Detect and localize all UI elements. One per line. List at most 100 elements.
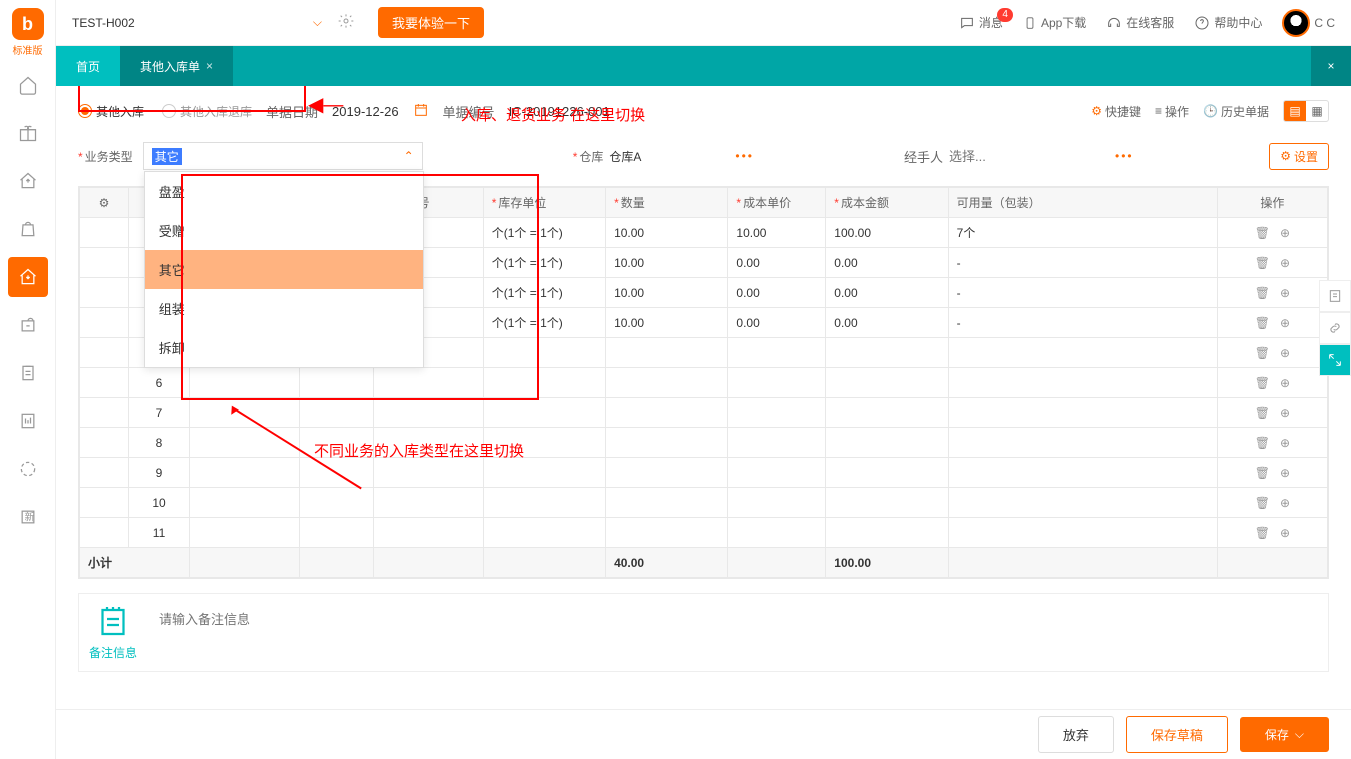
col-settings[interactable]: ⚙ [80,188,129,218]
history-button[interactable]: 🕒历史单据 [1203,103,1269,120]
tabbar-close-button[interactable]: × [1311,46,1351,86]
tab-other-inbound[interactable]: 其他入库单 × [120,46,233,86]
handler-label: 经手人 [904,147,943,166]
delete-icon[interactable]: 🗑 [1255,436,1270,450]
dropdown-option[interactable]: 拆卸 [145,328,423,367]
copy-icon[interactable]: ⊕ [1280,286,1290,300]
delete-icon[interactable]: 🗑 [1255,496,1270,510]
message-badge: 4 [997,8,1013,22]
copy-icon[interactable]: ⊕ [1280,376,1290,390]
side-link-icon[interactable] [1319,312,1351,344]
avatar-icon [1282,9,1310,37]
remark-label: 备注信息 [89,644,137,661]
radio-other-inbound[interactable]: 其他入库 [78,103,144,120]
table-row[interactable]: 9🗑⊕ [80,458,1328,488]
table-row[interactable]: 6🗑⊕ [80,368,1328,398]
copy-icon[interactable]: ⊕ [1280,256,1290,270]
org-selector[interactable]: TEST-H002 ⌵ [72,15,322,30]
tab-bar: 首页 其他入库单 × × [56,46,1351,86]
copy-icon[interactable]: ⊕ [1280,346,1290,360]
left-nav-rail: b 标准版 新 [0,0,56,759]
delete-icon[interactable]: 🗑 [1255,406,1270,420]
nav-new-icon[interactable]: 新 [8,497,48,537]
app-download-link[interactable]: App下载 [1023,14,1086,31]
view-list-icon[interactable]: ▤ [1284,101,1306,121]
nav-home-icon[interactable] [8,65,48,105]
chevron-down-icon: ⌵ [1295,727,1304,742]
view-grid-icon[interactable]: ▦ [1306,101,1328,121]
nav-bag-icon[interactable] [8,209,48,249]
copy-icon[interactable]: ⊕ [1280,526,1290,540]
subtotal-row: 小计 40.00 100.00 [80,548,1328,578]
handler-input[interactable] [949,149,1109,164]
biz-type-value: 其它 [152,148,182,165]
chevron-up-icon: ⌃ [404,149,414,163]
more-dots-icon[interactable]: ••• [1115,149,1134,163]
view-toggle: ▤ ▦ [1283,100,1329,122]
delete-icon[interactable]: 🗑 [1255,256,1270,270]
biz-type-select[interactable]: 其它 ⌃ 盘盈 受赠 其它 组装 拆卸 [143,142,423,170]
dropdown-option[interactable]: 受赠 [145,211,423,250]
copy-icon[interactable]: ⊕ [1280,496,1290,510]
brand-label: 标准版 [13,42,43,57]
delete-icon[interactable]: 🗑 [1255,466,1270,480]
tab-home[interactable]: 首页 [56,46,120,86]
support-link[interactable]: 在线客服 [1106,14,1174,31]
gear-small-icon: ⚙ [1091,104,1102,118]
delete-icon[interactable]: 🗑 [1255,346,1270,360]
more-dots-icon[interactable]: ••• [735,149,754,163]
org-name: TEST-H002 [72,16,135,30]
nav-house-down-icon[interactable] [8,257,48,297]
copy-icon[interactable]: ⊕ [1280,316,1290,330]
discard-button[interactable]: 放弃 [1038,716,1114,753]
delete-icon[interactable]: 🗑 [1255,526,1270,540]
messages-link[interactable]: 消息 4 [959,14,1003,31]
close-icon[interactable]: × [206,59,213,73]
nav-gift-icon[interactable] [8,113,48,153]
delete-icon[interactable]: 🗑 [1255,316,1270,330]
calendar-icon[interactable] [413,102,429,121]
nav-wallet-icon[interactable] [8,305,48,345]
remark-input[interactable] [151,604,1318,635]
col-price: *成本单价 [728,188,826,218]
settings-button[interactable]: ⚙设置 [1269,143,1329,170]
table-row[interactable]: 8🗑⊕ [80,428,1328,458]
table-row[interactable]: 7🗑⊕ [80,398,1328,428]
dropdown-option[interactable]: 盘盈 [145,172,423,211]
date-value: 2019-12-26 [332,104,399,119]
biz-type-label: *业务类型 [78,148,133,165]
copy-icon[interactable]: ⊕ [1280,226,1290,240]
brand-logo: b [12,8,44,40]
dropdown-option[interactable]: 组装 [145,289,423,328]
delete-icon[interactable]: 🗑 [1255,226,1270,240]
radio-other-inbound-return[interactable]: 其他入库退库 [162,103,252,120]
table-row[interactable]: 11🗑⊕ [80,518,1328,548]
save-button[interactable]: 保存⌵ [1240,717,1329,752]
docno-value: IC-20191226-001 [509,104,610,119]
nav-house-up-icon[interactable] [8,161,48,201]
col-qty: *数量 [606,188,728,218]
gear-icon[interactable] [338,13,354,32]
table-row[interactable]: 10🗑⊕ [80,488,1328,518]
delete-icon[interactable]: 🗑 [1255,376,1270,390]
side-expand-icon[interactable] [1319,344,1351,376]
copy-icon[interactable]: ⊕ [1280,436,1290,450]
dropdown-option-selected[interactable]: 其它 [145,250,423,289]
save-draft-button[interactable]: 保存草稿 [1126,716,1228,753]
user-menu[interactable]: C C [1282,9,1335,37]
side-note-icon[interactable] [1319,280,1351,312]
help-link[interactable]: 帮助中心 [1194,14,1262,31]
try-button[interactable]: 我要体验一下 [378,7,484,38]
phone-icon [1023,15,1037,31]
nav-clipboard-icon[interactable] [8,353,48,393]
col-op: 操作 [1217,188,1327,218]
nav-report-icon[interactable] [8,401,48,441]
gear-orange-icon: ⚙ [1280,149,1291,163]
delete-icon[interactable]: 🗑 [1255,286,1270,300]
shortcut-button[interactable]: ⚙快捷键 [1091,103,1141,120]
nav-sync-icon[interactable] [8,449,48,489]
copy-icon[interactable]: ⊕ [1280,406,1290,420]
ops-button[interactable]: ≡操作 [1155,103,1189,120]
copy-icon[interactable]: ⊕ [1280,466,1290,480]
menu-icon: ≡ [1155,104,1162,118]
